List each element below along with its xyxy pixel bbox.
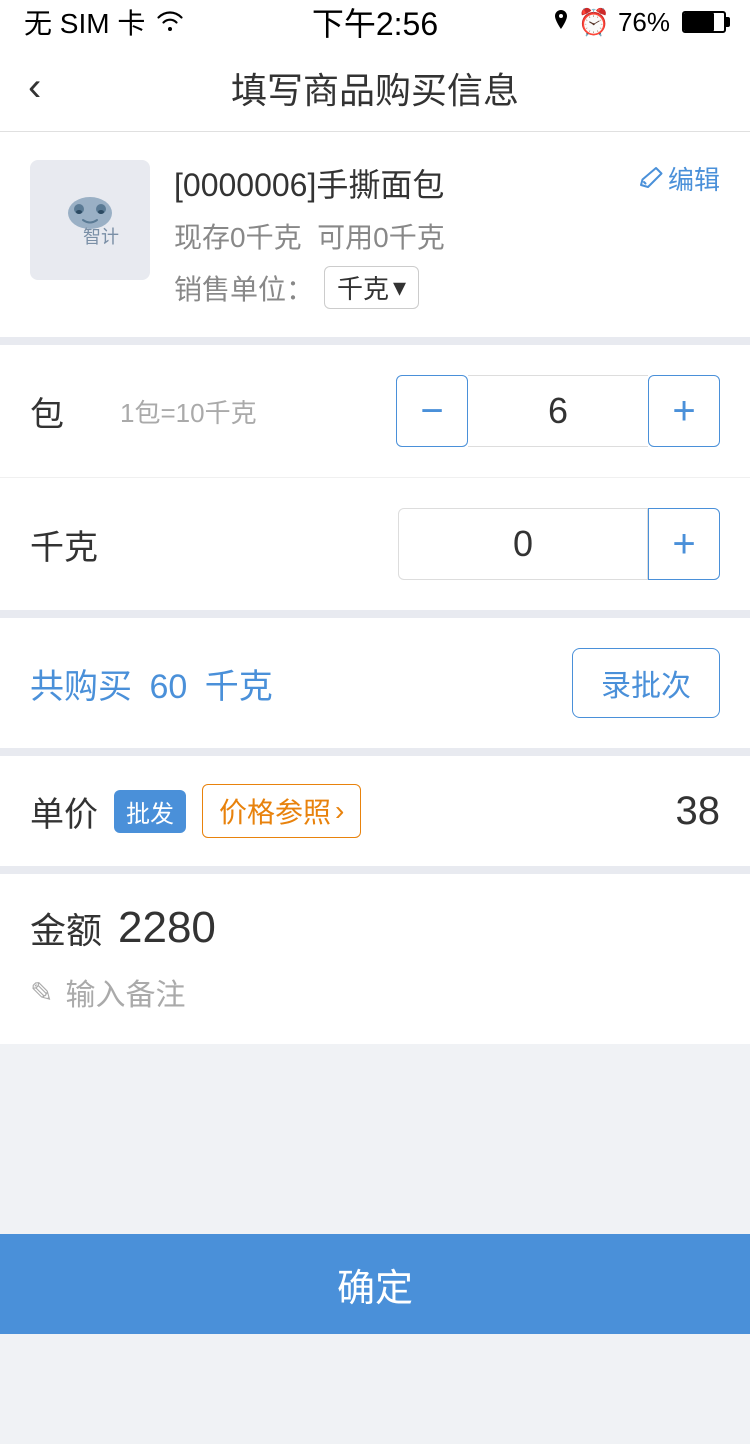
bag-quantity-row: 包 1包=10千克 − + xyxy=(0,345,750,478)
edit-button[interactable]: 编辑 xyxy=(638,160,720,197)
chevron-down-icon: ▾ xyxy=(393,272,406,303)
batch-tag: 批发 xyxy=(114,790,186,833)
alarm-icon: ⏰ xyxy=(578,7,610,38)
price-value: 38 xyxy=(676,789,721,834)
batch-button[interactable]: 录批次 xyxy=(572,648,720,718)
bag-hint: 1包=10千克 xyxy=(120,393,396,430)
location-icon xyxy=(552,7,570,38)
nav-bar: ‹ 填写商品购买信息 xyxy=(0,44,750,132)
carrier-text: 无 SIM 卡 xyxy=(24,2,145,42)
bag-quantity-controls: − + xyxy=(396,375,720,447)
kg-controls: + xyxy=(398,508,720,580)
confirm-button[interactable]: 确定 xyxy=(0,1234,750,1334)
back-button[interactable]: ‹ xyxy=(28,65,41,110)
amount-row: 金额 2280 xyxy=(30,902,720,970)
page-title: 填写商品购买信息 xyxy=(231,62,519,114)
bag-label: 包 xyxy=(30,387,110,436)
bag-decrement-button[interactable]: − xyxy=(396,375,468,447)
product-info: [0000006]手撕面包 编辑 现存0千克 可用0千克 销售单位： 千克 ▾ xyxy=(174,160,720,309)
amount-value: 2280 xyxy=(118,903,216,953)
product-unit: 销售单位： 千克 ▾ xyxy=(174,266,720,309)
battery-text: 76% xyxy=(618,7,670,38)
battery-icon xyxy=(682,11,726,33)
status-left: 无 SIM 卡 xyxy=(24,2,185,42)
price-ref-button[interactable]: 价格参照 › xyxy=(202,784,361,838)
notes-placeholder: 输入备注 xyxy=(65,970,185,1014)
unit-select[interactable]: 千克 ▾ xyxy=(324,266,419,309)
price-label: 单价 xyxy=(30,787,98,836)
kg-label: 千克 xyxy=(30,520,398,569)
bag-increment-button[interactable]: + xyxy=(648,375,720,447)
notes-row[interactable]: ✎ 输入备注 xyxy=(30,970,720,1044)
kg-row: 千克 + xyxy=(0,478,750,618)
amount-label: 金额 xyxy=(30,902,102,954)
pencil-icon: ✎ xyxy=(30,976,53,1009)
status-bar: 无 SIM 卡 下午2:56 ⏰ 76% xyxy=(0,0,750,44)
bag-quantity-input[interactable] xyxy=(468,375,648,447)
product-name: [0000006]手撕面包 xyxy=(174,160,444,206)
wifi-icon xyxy=(155,6,185,38)
product-card: 智计 [0000006]手撕面包 编辑 现存0千克 可用0千克 销售单位： 千克 xyxy=(0,132,750,345)
product-stock: 现存0千克 可用0千克 xyxy=(174,216,720,256)
kg-increment-button[interactable]: + xyxy=(648,508,720,580)
price-ref-chevron: › xyxy=(335,795,344,827)
kg-input[interactable] xyxy=(398,508,648,580)
summary-row: 共购买 60 千克 录批次 xyxy=(0,618,750,756)
status-right: ⏰ 76% xyxy=(552,7,726,38)
price-section: 单价 批发 价格参照 › 38 xyxy=(0,756,750,866)
svg-text:智计: 智计 xyxy=(83,227,119,247)
product-image: 智计 xyxy=(30,160,150,280)
status-time: 下午2:56 xyxy=(312,0,438,45)
summary-text: 共购买 60 千克 xyxy=(30,659,273,708)
